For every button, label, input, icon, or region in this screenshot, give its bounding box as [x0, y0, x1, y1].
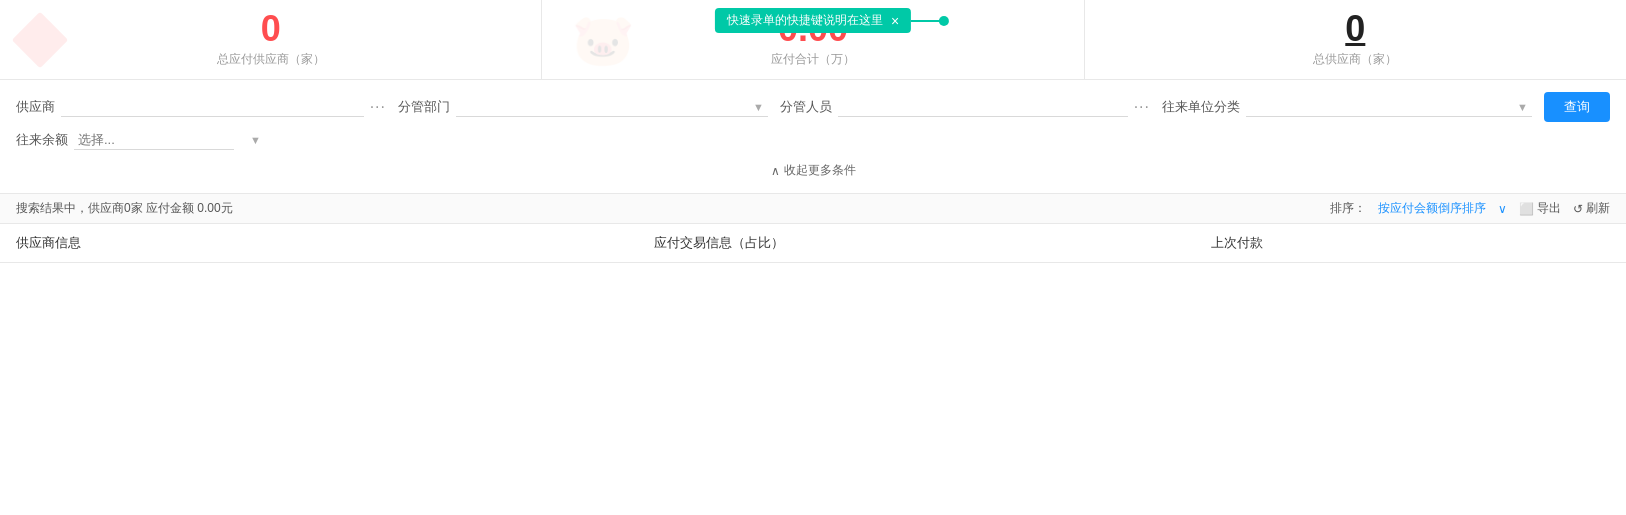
dept-input[interactable]	[456, 97, 753, 116]
stat-payable-total: 🐷 0.00 应付合计（万） 快速录单的快捷键说明在这里 ×	[542, 0, 1084, 79]
table-header: 供应商信息 应付交易信息（占比） 上次付款	[0, 224, 1626, 263]
balance-input[interactable]	[74, 130, 250, 149]
balance-select-wrapper: ▼	[74, 130, 234, 150]
filter-person: 分管人员 ···	[780, 97, 1150, 117]
stat-ap-suppliers-label: 总应付供应商（家）	[217, 51, 325, 68]
diamond-bg-icon	[12, 11, 69, 68]
tooltip-close-button[interactable]: ×	[891, 14, 899, 28]
export-icon: ⬜	[1519, 202, 1534, 216]
refresh-button[interactable]: ↺ 刷新	[1573, 200, 1610, 217]
person-label: 分管人员	[780, 98, 832, 116]
results-actions: 排序： 按应付会额倒序排序 ∨ ⬜ 导出 ↺ 刷新	[1330, 200, 1610, 217]
refresh-icon: ↺	[1573, 202, 1583, 216]
query-button[interactable]: 查询	[1544, 92, 1610, 122]
refresh-label: 刷新	[1586, 200, 1610, 217]
unit-class-select-wrapper: ▼	[1246, 97, 1532, 117]
sort-arrow-icon[interactable]: ∨	[1498, 202, 1507, 216]
sort-label: 排序：	[1330, 200, 1366, 217]
filter-unit-class: 往来单位分类 ▼	[1162, 97, 1532, 117]
stat-total-suppliers: 0 总供应商（家）	[1085, 0, 1626, 79]
unit-class-input[interactable]	[1246, 97, 1517, 116]
pig-bg-icon: 🐷	[572, 11, 634, 69]
sort-value[interactable]: 按应付会额倒序排序	[1378, 200, 1486, 217]
results-summary: 搜索结果中，供应商0家 应付金额 0.00元	[16, 200, 233, 217]
supplier-label: 供应商	[16, 98, 55, 116]
table-body	[0, 263, 1626, 515]
col-payable-header: 应付交易信息（占比）	[654, 234, 1212, 252]
unit-class-arrow-icon[interactable]: ▼	[1517, 101, 1532, 113]
tooltip-text: 快速录单的快捷键说明在这里	[727, 12, 883, 29]
filter-area: 供应商 ··· 分管部门 ▼ 分管人员 ··· 往来单位分类 ▼	[0, 80, 1626, 194]
results-amount: 应付金额 0.00元	[146, 201, 233, 215]
balance-label: 往来余额	[16, 131, 68, 149]
stat-total-suppliers-label: 总供应商（家）	[1313, 51, 1397, 68]
tooltip-indicator	[939, 16, 949, 26]
collapse-button[interactable]: ∧ 收起更多条件	[16, 158, 1610, 185]
filter-balance: 往来余额 ▼	[16, 130, 1610, 150]
col-supplier-header: 供应商信息	[16, 234, 654, 252]
dept-arrow-icon[interactable]: ▼	[753, 101, 768, 113]
stat-payable-label: 应付合计（万）	[771, 51, 855, 68]
shortcut-tooltip: 快速录单的快捷键说明在这里 ×	[715, 8, 911, 33]
filter-row-2: 往来余额 ▼	[16, 130, 1610, 150]
stats-bar: 0 总应付供应商（家） 🐷 0.00 应付合计（万） 快速录单的快捷键说明在这里…	[0, 0, 1626, 80]
stat-total-ap-suppliers: 0 总应付供应商（家）	[0, 0, 542, 79]
dept-select-wrapper: ▼	[456, 97, 768, 117]
collapse-up-icon: ∧	[771, 164, 780, 178]
person-input[interactable]	[838, 97, 1128, 117]
supplier-input[interactable]	[61, 97, 364, 117]
person-more-button[interactable]: ···	[1134, 98, 1150, 116]
supplier-more-button[interactable]: ···	[370, 98, 386, 116]
filter-row-1: 供应商 ··· 分管部门 ▼ 分管人员 ··· 往来单位分类 ▼	[16, 92, 1610, 122]
export-label: 导出	[1537, 200, 1561, 217]
export-button[interactable]: ⬜ 导出	[1519, 200, 1561, 217]
stat-ap-suppliers-number: 0	[261, 11, 281, 47]
filter-supplier: 供应商 ···	[16, 97, 386, 117]
stat-total-suppliers-number: 0	[1345, 11, 1365, 47]
results-bar: 搜索结果中，供应商0家 应付金额 0.00元 排序： 按应付会额倒序排序 ∨ ⬜…	[0, 194, 1626, 224]
filter-dept: 分管部门 ▼	[398, 97, 768, 117]
unit-class-label: 往来单位分类	[1162, 98, 1240, 116]
dept-label: 分管部门	[398, 98, 450, 116]
col-lastpay-header: 上次付款	[1211, 234, 1610, 252]
results-text: 搜索结果中，供应商0家	[16, 201, 143, 215]
collapse-label: 收起更多条件	[784, 162, 856, 179]
balance-arrow-icon[interactable]: ▼	[250, 134, 265, 146]
